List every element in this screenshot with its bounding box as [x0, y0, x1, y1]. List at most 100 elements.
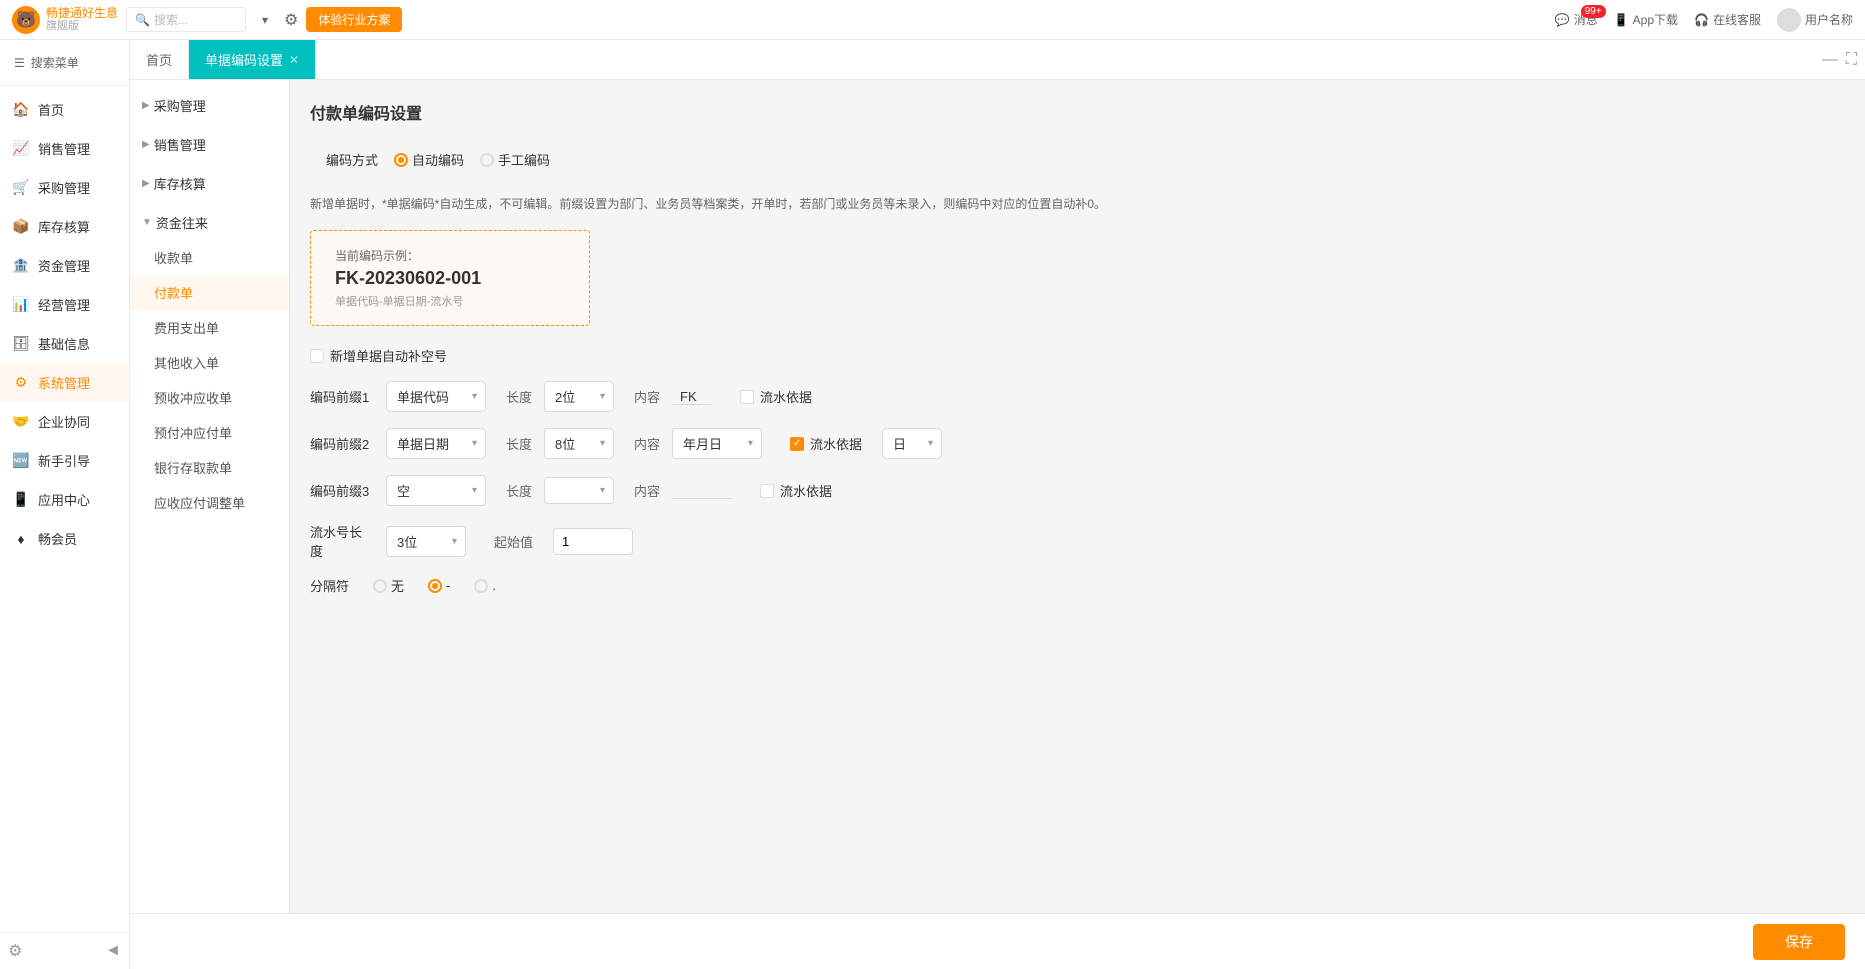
auto-fill-checkbox-box[interactable]	[310, 349, 324, 363]
sub-menu-item-advance-receipt[interactable]: 预收冲应收单	[130, 380, 289, 415]
online-service-button[interactable]: 🎧 在线客服	[1694, 11, 1761, 28]
separator-hyphen-radio[interactable]	[428, 579, 442, 593]
sub-menu-item-expense[interactable]: 费用支出单	[130, 310, 289, 345]
separator-hyphen-option[interactable]: -	[428, 578, 450, 593]
tab-minimize-icon[interactable]: —	[1822, 51, 1838, 69]
enterprise-icon: 🤝	[12, 413, 30, 431]
prefix1-serial-checkbox[interactable]: 流水依据	[740, 387, 812, 406]
save-button[interactable]: 保存	[1753, 924, 1845, 960]
prefix2-serial-checkbox-box[interactable]: ✓	[790, 437, 804, 451]
sidebar-item-sales[interactable]: 📈 销售管理	[0, 129, 129, 168]
brand-name: 畅捷通好生意 旗舰版	[46, 6, 118, 34]
sidebar-item-operations[interactable]: 📊 经营管理	[0, 285, 129, 324]
tab-maximize-icon[interactable]: ⛶	[1846, 51, 1857, 69]
auto-encode-radio[interactable]	[394, 153, 408, 167]
message-button[interactable]: 💬 消息 99+	[1555, 11, 1598, 28]
sub-menu-purchase-title[interactable]: ▶ 采购管理	[130, 88, 289, 123]
tab-bar-actions: — ⛶	[1822, 51, 1865, 69]
sub-menu-funds-title[interactable]: ▼ 资金往来	[130, 205, 289, 240]
chevron-down-icon: ▾	[928, 438, 933, 449]
content-area: 首页 单据编码设置 ✕ — ⛶ ▶ 采购管理	[130, 40, 1865, 969]
prefix2-content-select[interactable]: 年月日 ▾	[672, 428, 762, 459]
separator-none-option[interactable]: 无	[373, 576, 404, 595]
sidebar-item-purchase[interactable]: 🛒 采购管理	[0, 168, 129, 207]
tab-bar: 首页 单据编码设置 ✕ — ⛶	[130, 40, 1865, 80]
sidebar-item-base[interactable]: 🗄 基础信息	[0, 324, 129, 363]
prefix3-serial-checkbox[interactable]: 流水依据	[760, 481, 832, 500]
sub-menu-group-sales: ▶ 销售管理	[130, 127, 289, 162]
nav-dropdown[interactable]: ▾	[254, 13, 276, 27]
encoding-mode-label: 编码方式	[326, 150, 378, 169]
sidebar-item-finance[interactable]: 🏦 资金管理	[0, 246, 129, 285]
prefix2-serial-unit-select[interactable]: 日 ▾	[882, 428, 942, 459]
separator-dot-radio[interactable]	[474, 579, 488, 593]
sub-menu-inventory-title[interactable]: ▶ 库存核算	[130, 166, 289, 201]
start-value-input[interactable]	[553, 528, 633, 555]
page-content: 付款单编码设置 编码方式 自动编码 手工编码	[290, 80, 1865, 913]
separator-none-radio[interactable]	[373, 579, 387, 593]
main-content: ▶ 采购管理 ▶ 销售管理 ▶ 库存核算	[130, 80, 1865, 913]
message-icon: 💬	[1555, 13, 1570, 27]
tab-close-icon[interactable]: ✕	[289, 53, 299, 67]
prefix2-select[interactable]: 单据日期 ▾	[386, 428, 486, 459]
sub-menu-item-advance-payment[interactable]: 预付冲应付单	[130, 415, 289, 450]
user-avatar[interactable]: 用户名称	[1777, 8, 1853, 32]
prefix2-serial-checkbox[interactable]: ✓ 流水依据	[790, 434, 862, 453]
sub-menu-group-funds: ▼ 资金往来 收款单 付款单 费用支出单 其他收入单 预收冲应收单 预付冲应付单…	[130, 205, 289, 520]
sidebar-bottom: ⚙ ◄	[0, 932, 129, 969]
prefix3-length-label: 长度	[506, 481, 532, 500]
sub-menu-item-payment[interactable]: 付款单	[130, 275, 289, 310]
manual-encode-option[interactable]: 手工编码	[480, 150, 550, 169]
separator-dot-option[interactable]: .	[474, 578, 496, 593]
serial-length-row: 流水号长度 3位 ▾ 起始值	[310, 522, 1845, 560]
encoding-mode-row: 编码方式 自动编码 手工编码	[310, 140, 1845, 179]
sub-menu-item-bank[interactable]: 银行存取款单	[130, 450, 289, 485]
purchase-icon: 🛒	[12, 179, 30, 197]
finance-icon: 🏦	[12, 257, 30, 275]
page-title: 付款单编码设置	[310, 100, 1845, 124]
tab-home[interactable]: 首页	[130, 40, 189, 79]
sidebar-item-system[interactable]: ⚙ 系统管理	[0, 363, 129, 402]
settings-bottom-icon[interactable]: ⚙	[8, 941, 22, 961]
sidebar-item-member[interactable]: ♦ 畅会员	[0, 519, 129, 558]
sub-menu-item-income[interactable]: 其他收入单	[130, 345, 289, 380]
sub-menu-sales-title[interactable]: ▶ 销售管理	[130, 127, 289, 162]
top-bar: 🐻 畅捷通好生意 旗舰版 🔍搜索... ▾ ⚙ 体验行业方案 💬 消息 99+ …	[0, 0, 1865, 40]
manual-encode-radio[interactable]	[480, 153, 494, 167]
sidebar-item-inventory[interactable]: 📦 库存核算	[0, 207, 129, 246]
prefix2-label: 编码前缀2	[310, 434, 374, 453]
sub-menu-group-purchase: ▶ 采购管理	[130, 88, 289, 123]
sub-menu-item-adjust[interactable]: 应收应付调整单	[130, 485, 289, 520]
sidebar-item-enterprise[interactable]: 🤝 企业协同	[0, 402, 129, 441]
serial-length-select[interactable]: 3位 ▾	[386, 526, 466, 557]
prefix1-select[interactable]: 单据代码 ▾	[386, 381, 486, 412]
brand: 🐻 畅捷通好生意 旗舰版	[12, 6, 118, 34]
sidebar-item-apps[interactable]: 📱 应用中心	[0, 480, 129, 519]
tab-encoding[interactable]: 单据编码设置 ✕	[189, 40, 316, 79]
collapse-icon[interactable]: ◄	[105, 942, 121, 960]
chevron-down-icon: ▾	[472, 438, 477, 449]
settings-icon[interactable]: ⚙	[284, 10, 298, 30]
prefix2-length-select[interactable]: 8位 ▾	[544, 428, 614, 459]
auto-encode-option[interactable]: 自动编码	[394, 150, 464, 169]
prefix1-length-select[interactable]: 2位 ▾	[544, 381, 614, 412]
encoding-mode-radio-group: 自动编码 手工编码	[394, 150, 550, 169]
prefix3-serial-checkbox-box[interactable]	[760, 484, 774, 498]
arrow-down-icon: ▼	[142, 217, 152, 228]
chevron-down-icon: ▾	[452, 536, 457, 547]
app-download-button[interactable]: 📱 App下载	[1614, 11, 1678, 28]
arrow-right-icon: ▶	[142, 178, 150, 189]
prefix3-length-select[interactable]: ▾	[544, 477, 614, 504]
prefix1-label: 编码前缀1	[310, 387, 374, 406]
auto-fill-checkbox[interactable]: 新增单据自动补空号	[310, 346, 1845, 365]
sidebar-item-home[interactable]: 🏠 首页	[0, 90, 129, 129]
sidebar-item-guide[interactable]: 🆕 新手引导	[0, 441, 129, 480]
prefix1-serial-checkbox-box[interactable]	[740, 390, 754, 404]
search-menu-button[interactable]: ☰ 搜索菜单	[8, 48, 121, 77]
operations-icon: 📊	[12, 296, 30, 314]
prefix3-select[interactable]: 空 ▾	[386, 475, 486, 506]
sidebar: ☰ 搜索菜单 🏠 首页 📈 销售管理 🛒 采购管理 📦 库存核算 🏦	[0, 40, 130, 969]
sidebar-search: ☰ 搜索菜单	[0, 40, 129, 86]
trial-button[interactable]: 体验行业方案	[306, 7, 402, 32]
sub-menu-item-receipt[interactable]: 收款单	[130, 240, 289, 275]
